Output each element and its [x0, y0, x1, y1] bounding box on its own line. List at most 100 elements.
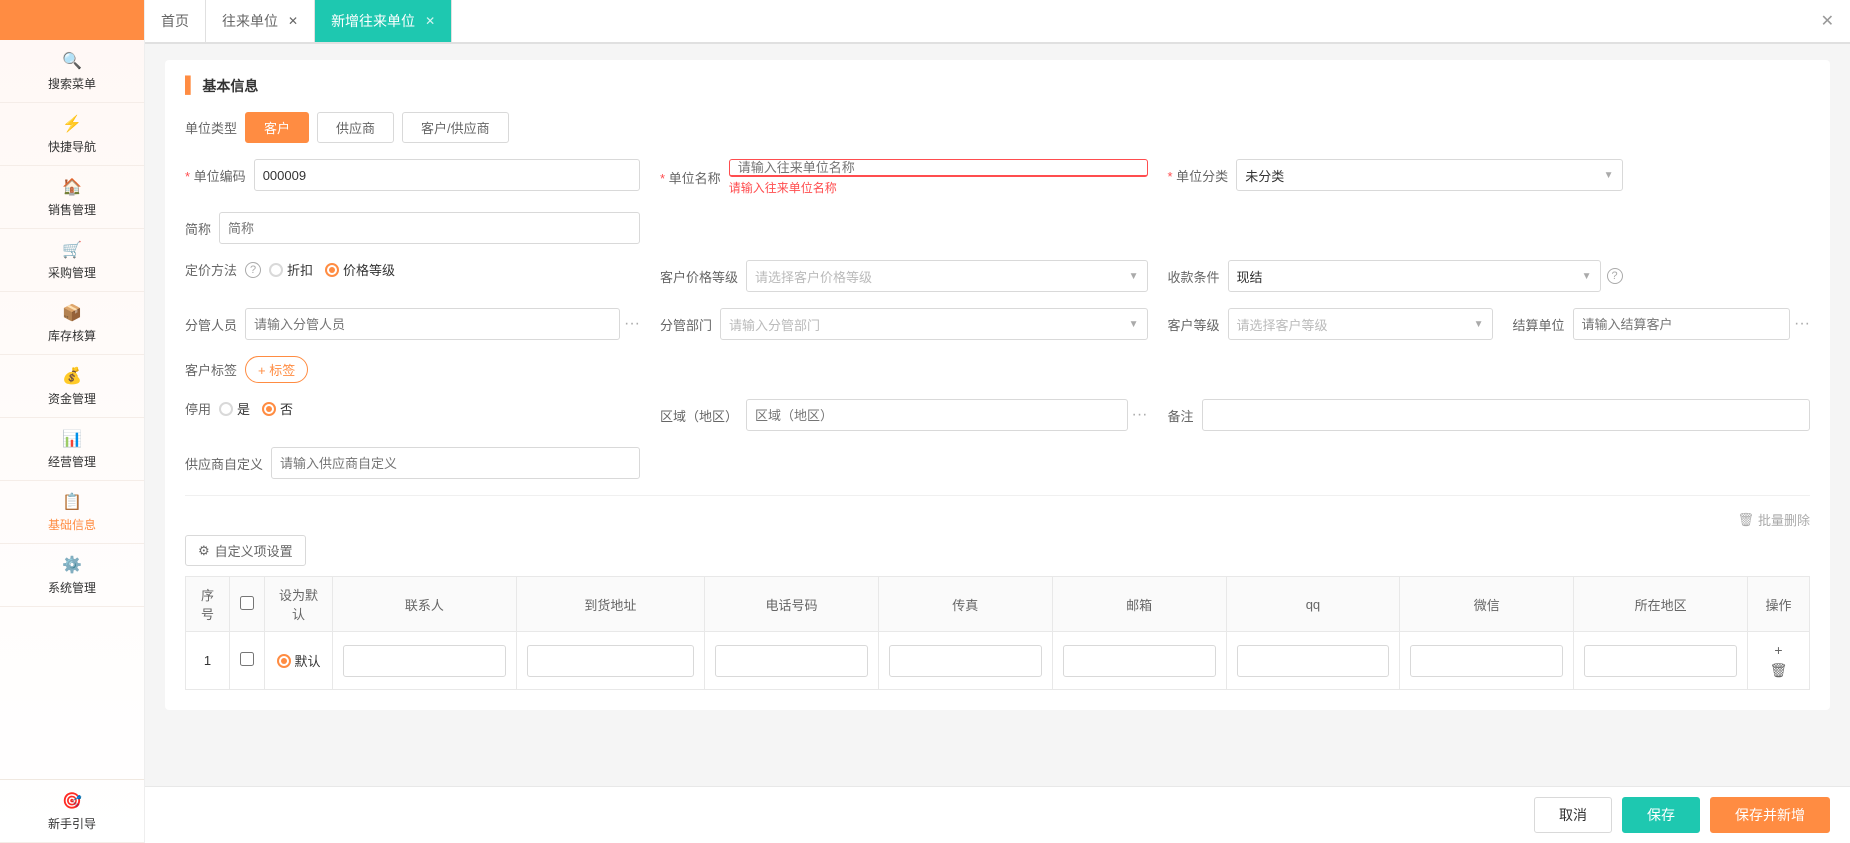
unit-name-input[interactable] [729, 159, 1148, 177]
supplier-custom-input[interactable] [271, 447, 640, 479]
sidebar-item-business[interactable]: 📊 经营管理 [0, 418, 144, 481]
settlement-input[interactable] [1573, 308, 1791, 340]
disabled-radio-yes[interactable]: 是 [219, 399, 250, 418]
manager-input-wrapper: ··· [245, 308, 640, 340]
save-and-add-button[interactable]: 保存并新增 [1710, 797, 1830, 833]
save-button[interactable]: 保存 [1622, 797, 1700, 833]
disabled-radio-no[interactable]: 否 [262, 399, 293, 418]
sidebar-item-basic-label: 基础信息 [48, 516, 96, 533]
tab-new-partner[interactable]: 新增往来单位 ✕ [315, 0, 452, 42]
sidebar-item-search[interactable]: 🔍 搜索菜单 [0, 40, 144, 103]
settlement-field: 结算单位 ··· [1513, 308, 1811, 340]
disabled-no-label: 否 [280, 399, 293, 418]
newbie-icon: 🎯 [61, 790, 83, 812]
short-name-input[interactable] [219, 212, 640, 244]
department-select[interactable]: 请输入分管部门 ▼ [720, 308, 1147, 340]
sidebar-item-purchase[interactable]: 🛒 采购管理 [0, 229, 144, 292]
section-title-text: 基本信息 [202, 76, 258, 96]
cancel-button[interactable]: 取消 [1534, 797, 1612, 833]
customer-level-select[interactable]: 请选择客户等级 ▼ [1228, 308, 1493, 340]
table-select-all[interactable] [240, 596, 254, 610]
department-placeholder: 请输入分管部门 [729, 315, 820, 334]
manager-input[interactable] [245, 308, 620, 340]
pricing-radio-level-label: 价格等级 [343, 260, 395, 279]
col-fax: 传真 [878, 577, 1052, 632]
row-wechat-input[interactable] [1410, 645, 1563, 677]
customer-tag-row: 客户标签 + 标签 [185, 356, 1810, 383]
type-btn-customer[interactable]: 客户 [245, 112, 309, 143]
disabled-yes-label: 是 [237, 399, 250, 418]
tab-partners[interactable]: 往来单位 ✕ [206, 0, 315, 42]
payment-terms-help-icon[interactable]: ? [1607, 268, 1623, 284]
sidebar-item-basic[interactable]: 📋 基础信息 [0, 481, 144, 544]
customer-price-select[interactable]: 请选择客户价格等级 ▼ [746, 260, 1147, 292]
row-contact-input[interactable] [343, 645, 506, 677]
row-email-input[interactable] [1063, 645, 1216, 677]
payment-terms-select[interactable]: 现结 ▼ [1228, 260, 1601, 292]
sidebar-item-newbie[interactable]: 🎯 新手引导 [0, 780, 144, 843]
row-add-button[interactable]: + [1770, 640, 1786, 660]
remarks-input[interactable] [1202, 399, 1810, 431]
row-action-cell: + 🗑 [1748, 632, 1810, 690]
window-close-button[interactable]: ✕ [1805, 11, 1850, 31]
tab-new-partner-close[interactable]: ✕ [425, 14, 435, 28]
pricing-row: 定价方法 ? 折扣 价格等级 客户价格等级 [185, 260, 1810, 292]
unit-name-field: 单位名称 请输入往来单位名称 [660, 159, 1148, 196]
payment-terms-label: 收款条件 [1168, 267, 1220, 286]
tab-partners-close[interactable]: ✕ [288, 14, 298, 28]
col-region: 所在地区 [1574, 577, 1748, 632]
disabled-field: 停用 是 否 [185, 399, 640, 418]
row-phone-input[interactable] [715, 645, 868, 677]
region-input[interactable] [746, 399, 1128, 431]
row-contact-cell [333, 632, 517, 690]
row-fax-input[interactable] [889, 645, 1042, 677]
main-content: 首页 往来单位 ✕ 新增往来单位 ✕ ✕ ▌ 基本信息 单位类型 客户 [145, 0, 1850, 843]
row-delete-button[interactable]: 🗑 [1766, 660, 1792, 681]
sidebar-item-finance[interactable]: 💰 资金管理 [0, 355, 144, 418]
col-email: 邮箱 [1052, 577, 1226, 632]
row-default-radio[interactable]: 默认 [275, 651, 322, 670]
region-suffix-dots[interactable]: ··· [1132, 406, 1148, 424]
pricing-help-icon[interactable]: ? [245, 262, 261, 278]
disabled-radio-yes-circle [219, 402, 233, 416]
custom-settings-button[interactable]: ⚙ 自定义项设置 [185, 535, 306, 566]
tab-home[interactable]: 首页 [145, 0, 206, 42]
row-qq-input[interactable] [1237, 645, 1390, 677]
finance-icon: 💰 [61, 365, 83, 387]
row-region-input[interactable] [1584, 645, 1737, 677]
batch-delete-btn[interactable]: 🗑 批量删除 [185, 510, 1810, 529]
unit-category-chevron: ▼ [1604, 170, 1614, 181]
row-address-input[interactable] [527, 645, 694, 677]
sidebar-item-system[interactable]: ⚙️ 系统管理 [0, 544, 144, 607]
pricing-method-label: 定价方法 [185, 260, 237, 279]
type-btn-both[interactable]: 客户/供应商 [402, 112, 509, 143]
tab-home-label: 首页 [161, 11, 189, 31]
row-default-radio-circle [277, 654, 291, 668]
manager-suffix-dots[interactable]: ··· [624, 315, 640, 333]
sidebar-item-inventory-label: 库存核算 [48, 327, 96, 344]
settlement-suffix-dots[interactable]: ··· [1794, 315, 1810, 333]
pricing-radio-discount[interactable]: 折扣 [269, 260, 313, 279]
pricing-radio-level[interactable]: 价格等级 [325, 260, 395, 279]
row-fax-cell [878, 632, 1052, 690]
unit-category-select[interactable]: 未分类 ▼ [1236, 159, 1622, 191]
sidebar-item-quicknav[interactable]: ⚡ 快捷导航 [0, 103, 144, 166]
pricing-method-field: 定价方法 ? 折扣 价格等级 [185, 260, 640, 279]
sidebar-item-inventory[interactable]: 📦 库存核算 [0, 292, 144, 355]
short-name-label: 简称 [185, 219, 211, 238]
row-seq: 1 [186, 632, 230, 690]
sidebar-item-sales[interactable]: 🏠 销售管理 [0, 166, 144, 229]
pricing-radio-discount-label: 折扣 [287, 260, 313, 279]
customer-price-chevron: ▼ [1129, 271, 1139, 282]
row-checkbox[interactable] [240, 652, 254, 666]
basic-info-card: ▌ 基本信息 单位类型 客户 供应商 客户/供应商 单位编码 [165, 60, 1830, 710]
type-btn-supplier[interactable]: 供应商 [317, 112, 394, 143]
disabled-label: 停用 [185, 399, 211, 418]
unit-code-input[interactable] [254, 159, 640, 191]
disabled-radio-group: 是 否 [219, 399, 293, 418]
supplier-custom-row: 供应商自定义 [185, 447, 1810, 479]
sidebar-item-search-label: 搜索菜单 [48, 75, 96, 92]
add-tag-button[interactable]: + 标签 [245, 356, 308, 383]
settlement-label: 结算单位 [1513, 315, 1565, 334]
sidebar-item-newbie-label: 新手引导 [48, 815, 96, 832]
